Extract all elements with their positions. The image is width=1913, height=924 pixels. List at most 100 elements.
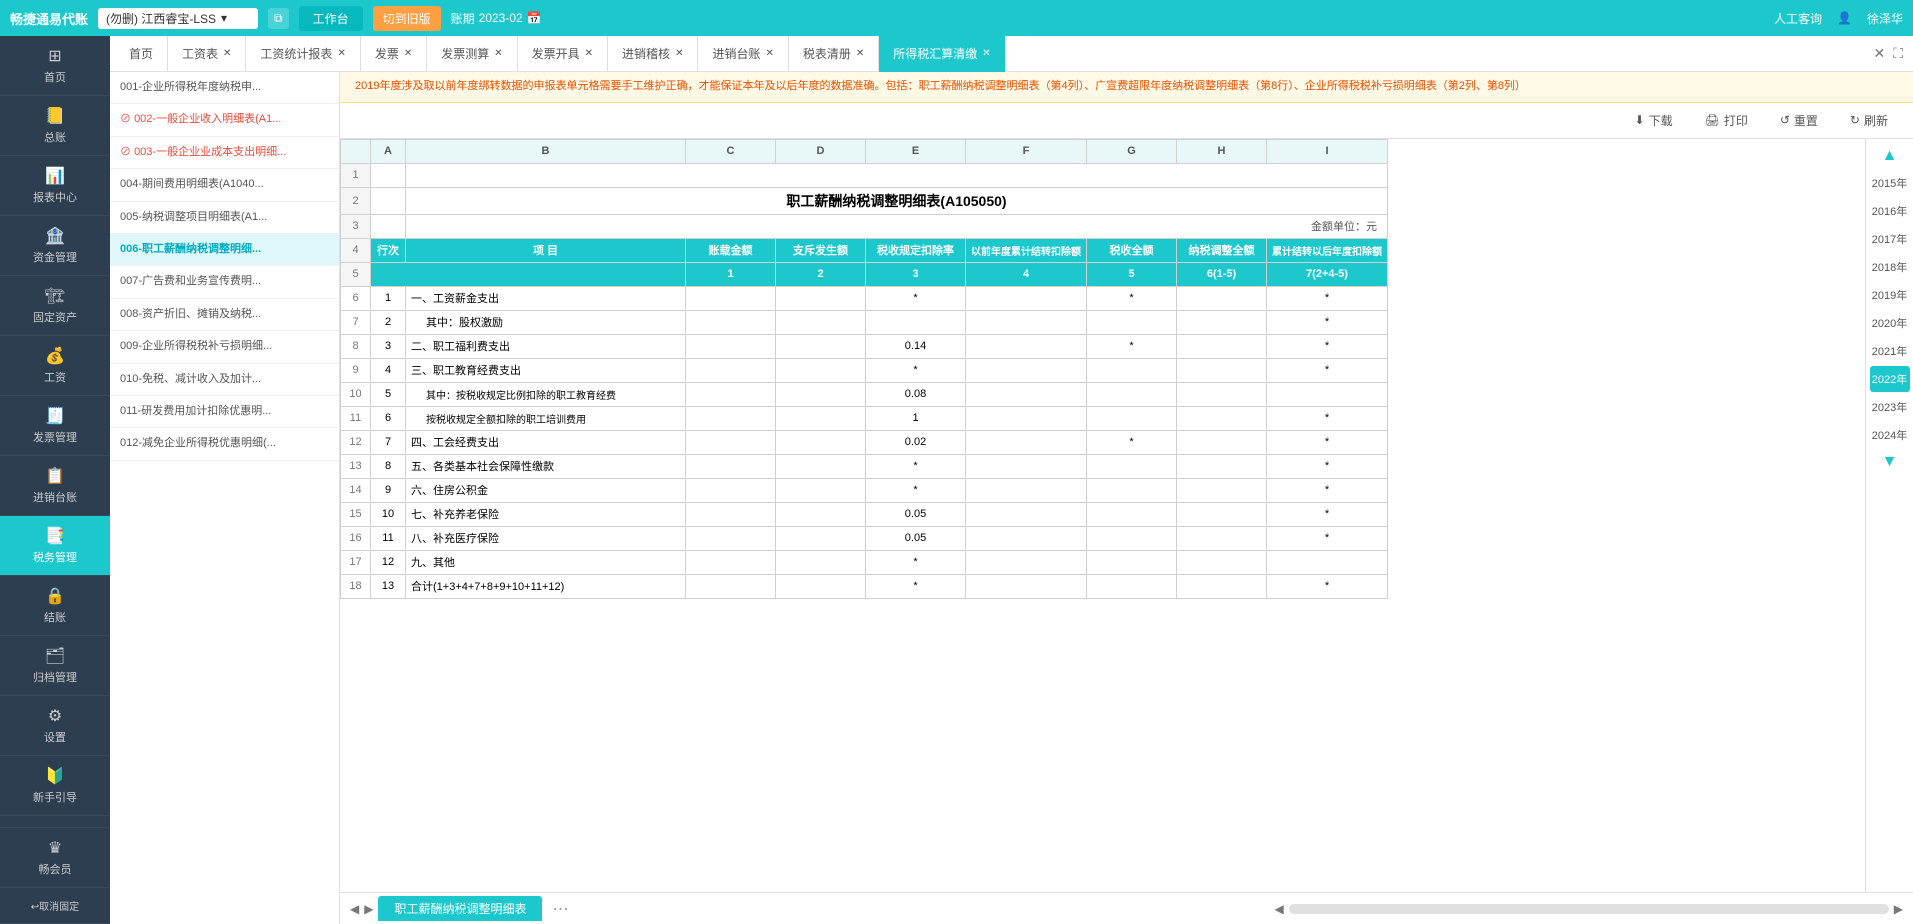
list-item-007[interactable]: 007-广告费和业务宣传费明...: [110, 266, 339, 298]
list-item-008[interactable]: 008-资产折旧、摊销及纳税...: [110, 299, 339, 331]
tab-label: 发票测算: [441, 36, 489, 72]
download-label: 下载: [1649, 112, 1673, 129]
tab-close-icon[interactable]: ✕: [494, 36, 502, 72]
sidebar-item-label: 报表中心: [33, 189, 77, 205]
list-item-005[interactable]: 005-纳税调整项目明细表(A1...: [110, 202, 339, 234]
year-up-icon[interactable]: ▲: [1879, 144, 1901, 168]
list-item-label: 012-减免企业所得税优惠明细(...: [120, 437, 276, 449]
sidebar-item-tax[interactable]: 📑 税务管理: [0, 516, 110, 576]
sidebar-item-archive[interactable]: 🗂 归档管理: [0, 636, 110, 696]
sheet-tab[interactable]: 职工薪酬纳税调整明细表: [378, 896, 542, 921]
sidebar-item-reports[interactable]: 📊 报表中心: [0, 156, 110, 216]
cancel-fixed-label: ↩取消固定: [31, 898, 79, 913]
next-sheet-icon[interactable]: ▶: [364, 902, 373, 916]
year-2015[interactable]: 2015年: [1870, 170, 1910, 196]
support-label[interactable]: 人工客询: [1774, 10, 1822, 27]
sidebar-item-purchase[interactable]: 📋 进销台账: [0, 456, 110, 516]
sidebar-item-fixed[interactable]: 🏗 固定资产: [0, 276, 110, 336]
tab-close-icon[interactable]: ✕: [856, 36, 864, 72]
year-2023[interactable]: 2023年: [1870, 394, 1910, 420]
list-item-006[interactable]: 006-职工薪酬纳税调整明细...: [110, 234, 339, 266]
sidebar-item-guide[interactable]: 🔰 新手引导: [0, 756, 110, 816]
year-2018[interactable]: 2018年: [1870, 254, 1910, 280]
scroll-left-icon[interactable]: ◀: [1275, 902, 1284, 916]
header-row-1: 4 行次 项 目 账载金额 支斥发生额 税收规定扣除率 以前年度累计结转扣除额 …: [341, 238, 1388, 262]
sidebar-item-salary[interactable]: 💰 工资: [0, 336, 110, 396]
tab-close-all-icon[interactable]: ✕: [1873, 45, 1885, 62]
tab-tax-clear[interactable]: 税表清册 ✕: [789, 36, 879, 72]
header-zhangzai: 账载金额: [686, 238, 776, 262]
tab-invoice-calc[interactable]: 发票测算 ✕: [427, 36, 517, 72]
sidebar-item-closing[interactable]: 🔒 结账: [0, 576, 110, 636]
sidebar-item-vip[interactable]: ♛ 畅会员: [0, 827, 110, 888]
list-item-002[interactable]: ⊘ 002-一般企业收入明细表(A1...: [110, 104, 339, 136]
table-row: 11 6 按税收规定全额扣除的职工培训费用 1 *: [341, 406, 1388, 430]
list-item-001[interactable]: 001-企业所得税年度纳税申...: [110, 72, 339, 104]
sheet-table: A B C D E F G H I: [340, 139, 1388, 599]
header-nashuitiaozheng: 纳税调整全额: [1177, 238, 1267, 262]
sidebar-item-ledger[interactable]: 📒 总账: [0, 96, 110, 156]
year-2019[interactable]: 2019年: [1870, 282, 1910, 308]
tab-close-icon[interactable]: ✕: [223, 36, 231, 72]
table-row: 15 10 七、补充养老保险 0.05 *: [341, 502, 1388, 526]
user-avatar: 👤: [1837, 11, 1852, 25]
col-G-header: G: [1087, 139, 1177, 163]
list-item-010[interactable]: 010-免税、减计收入及加计...: [110, 364, 339, 396]
user-name[interactable]: 徐泽华: [1867, 10, 1903, 27]
tab-invoice[interactable]: 发票 ✕: [361, 36, 427, 72]
sidebar-item-home[interactable]: ⊞ 首页: [0, 36, 110, 96]
tab-salary-stats[interactable]: 工资统计报表 ✕: [246, 36, 360, 72]
list-item-003[interactable]: ⊘ 003-一般企业业成本支出明细...: [110, 137, 339, 169]
year-2021[interactable]: 2021年: [1870, 338, 1910, 364]
prev-sheet-icon[interactable]: ◀: [350, 902, 359, 916]
calendar-icon[interactable]: 📅: [527, 11, 542, 25]
list-item-012[interactable]: 012-减免企业所得税优惠明细(...: [110, 428, 339, 460]
company-name: (勿删) 江西睿宝-LSS: [106, 10, 216, 27]
old-version-button[interactable]: 切到旧版: [373, 6, 441, 31]
sidebar-item-assets[interactable]: 🏦 资金管理: [0, 216, 110, 276]
company-selector[interactable]: (勿删) 江西睿宝-LSS ▾: [98, 8, 258, 29]
year-2022[interactable]: 2022年: [1870, 366, 1910, 392]
tab-purchase-check[interactable]: 进销稽核 ✕: [608, 36, 698, 72]
tab-label: 发票: [375, 36, 399, 72]
reset-button[interactable]: ↺ 重置: [1770, 108, 1828, 133]
list-item-009[interactable]: 009-企业所得税税补亏损明细...: [110, 331, 339, 363]
copy-icon-btn[interactable]: ⧉: [268, 8, 289, 29]
scroll-right-icon[interactable]: ▶: [1894, 902, 1903, 916]
sidebar-cancel-fixed[interactable]: ↩取消固定: [0, 888, 110, 924]
tab-salary[interactable]: 工资表 ✕: [168, 36, 246, 72]
right-content: 2019年度涉及取以前年度绑转数据的申报表单元格需要手工维护正确，才能保证本年及…: [340, 72, 1913, 924]
print-label: 打印: [1724, 112, 1748, 129]
download-button[interactable]: ⬇ 下载: [1625, 108, 1683, 133]
tab-close-icon[interactable]: ✕: [404, 36, 412, 72]
year-down-icon[interactable]: ▼: [1879, 450, 1901, 474]
tab-expand-icon[interactable]: ⛶: [1893, 45, 1903, 62]
sidebar-item-invoice[interactable]: 🧾 发票管理: [0, 396, 110, 456]
list-item-011[interactable]: 011-研发费用加计扣除优惠明...: [110, 396, 339, 428]
tab-close-icon[interactable]: ✕: [982, 36, 990, 72]
spreadsheet-main[interactable]: A B C D E F G H I: [340, 139, 1865, 892]
year-2020[interactable]: 2020年: [1870, 310, 1910, 336]
tab-home[interactable]: 首页: [115, 36, 168, 72]
tab-invoice-open[interactable]: 发票开具 ✕: [518, 36, 608, 72]
tab-income-tax[interactable]: 所得税汇算清缴 ✕: [879, 36, 1005, 72]
more-sheets-icon[interactable]: ⋯: [547, 899, 573, 919]
horizontal-scrollbar[interactable]: [1289, 904, 1889, 914]
refresh-button[interactable]: ↻ 刷新: [1840, 108, 1898, 133]
workspace-button[interactable]: 工作台: [299, 6, 363, 31]
tab-close-icon[interactable]: ✕: [585, 36, 593, 72]
year-2017[interactable]: 2017年: [1870, 226, 1910, 252]
tab-close-icon[interactable]: ✕: [337, 36, 345, 72]
list-item-label: 010-免税、减计收入及加计...: [120, 373, 261, 385]
list-item-004[interactable]: 004-期间费用明细表(A1040...: [110, 169, 339, 201]
print-button[interactable]: 🖨 打印: [1695, 108, 1758, 133]
tab-close-icon[interactable]: ✕: [765, 36, 773, 72]
tab-purchase-ledger[interactable]: 进销台账 ✕: [698, 36, 788, 72]
year-2016[interactable]: 2016年: [1870, 198, 1910, 224]
year-2024[interactable]: 2024年: [1870, 422, 1910, 448]
list-item-label: 002-一般企业收入明细表(A1...: [134, 113, 281, 125]
sidebar-item-settings[interactable]: ⚙ 设置: [0, 696, 110, 756]
tab-close-icon[interactable]: ✕: [675, 36, 683, 72]
header-num-2: 2: [776, 262, 866, 286]
invoice-icon: 🧾: [45, 406, 65, 426]
